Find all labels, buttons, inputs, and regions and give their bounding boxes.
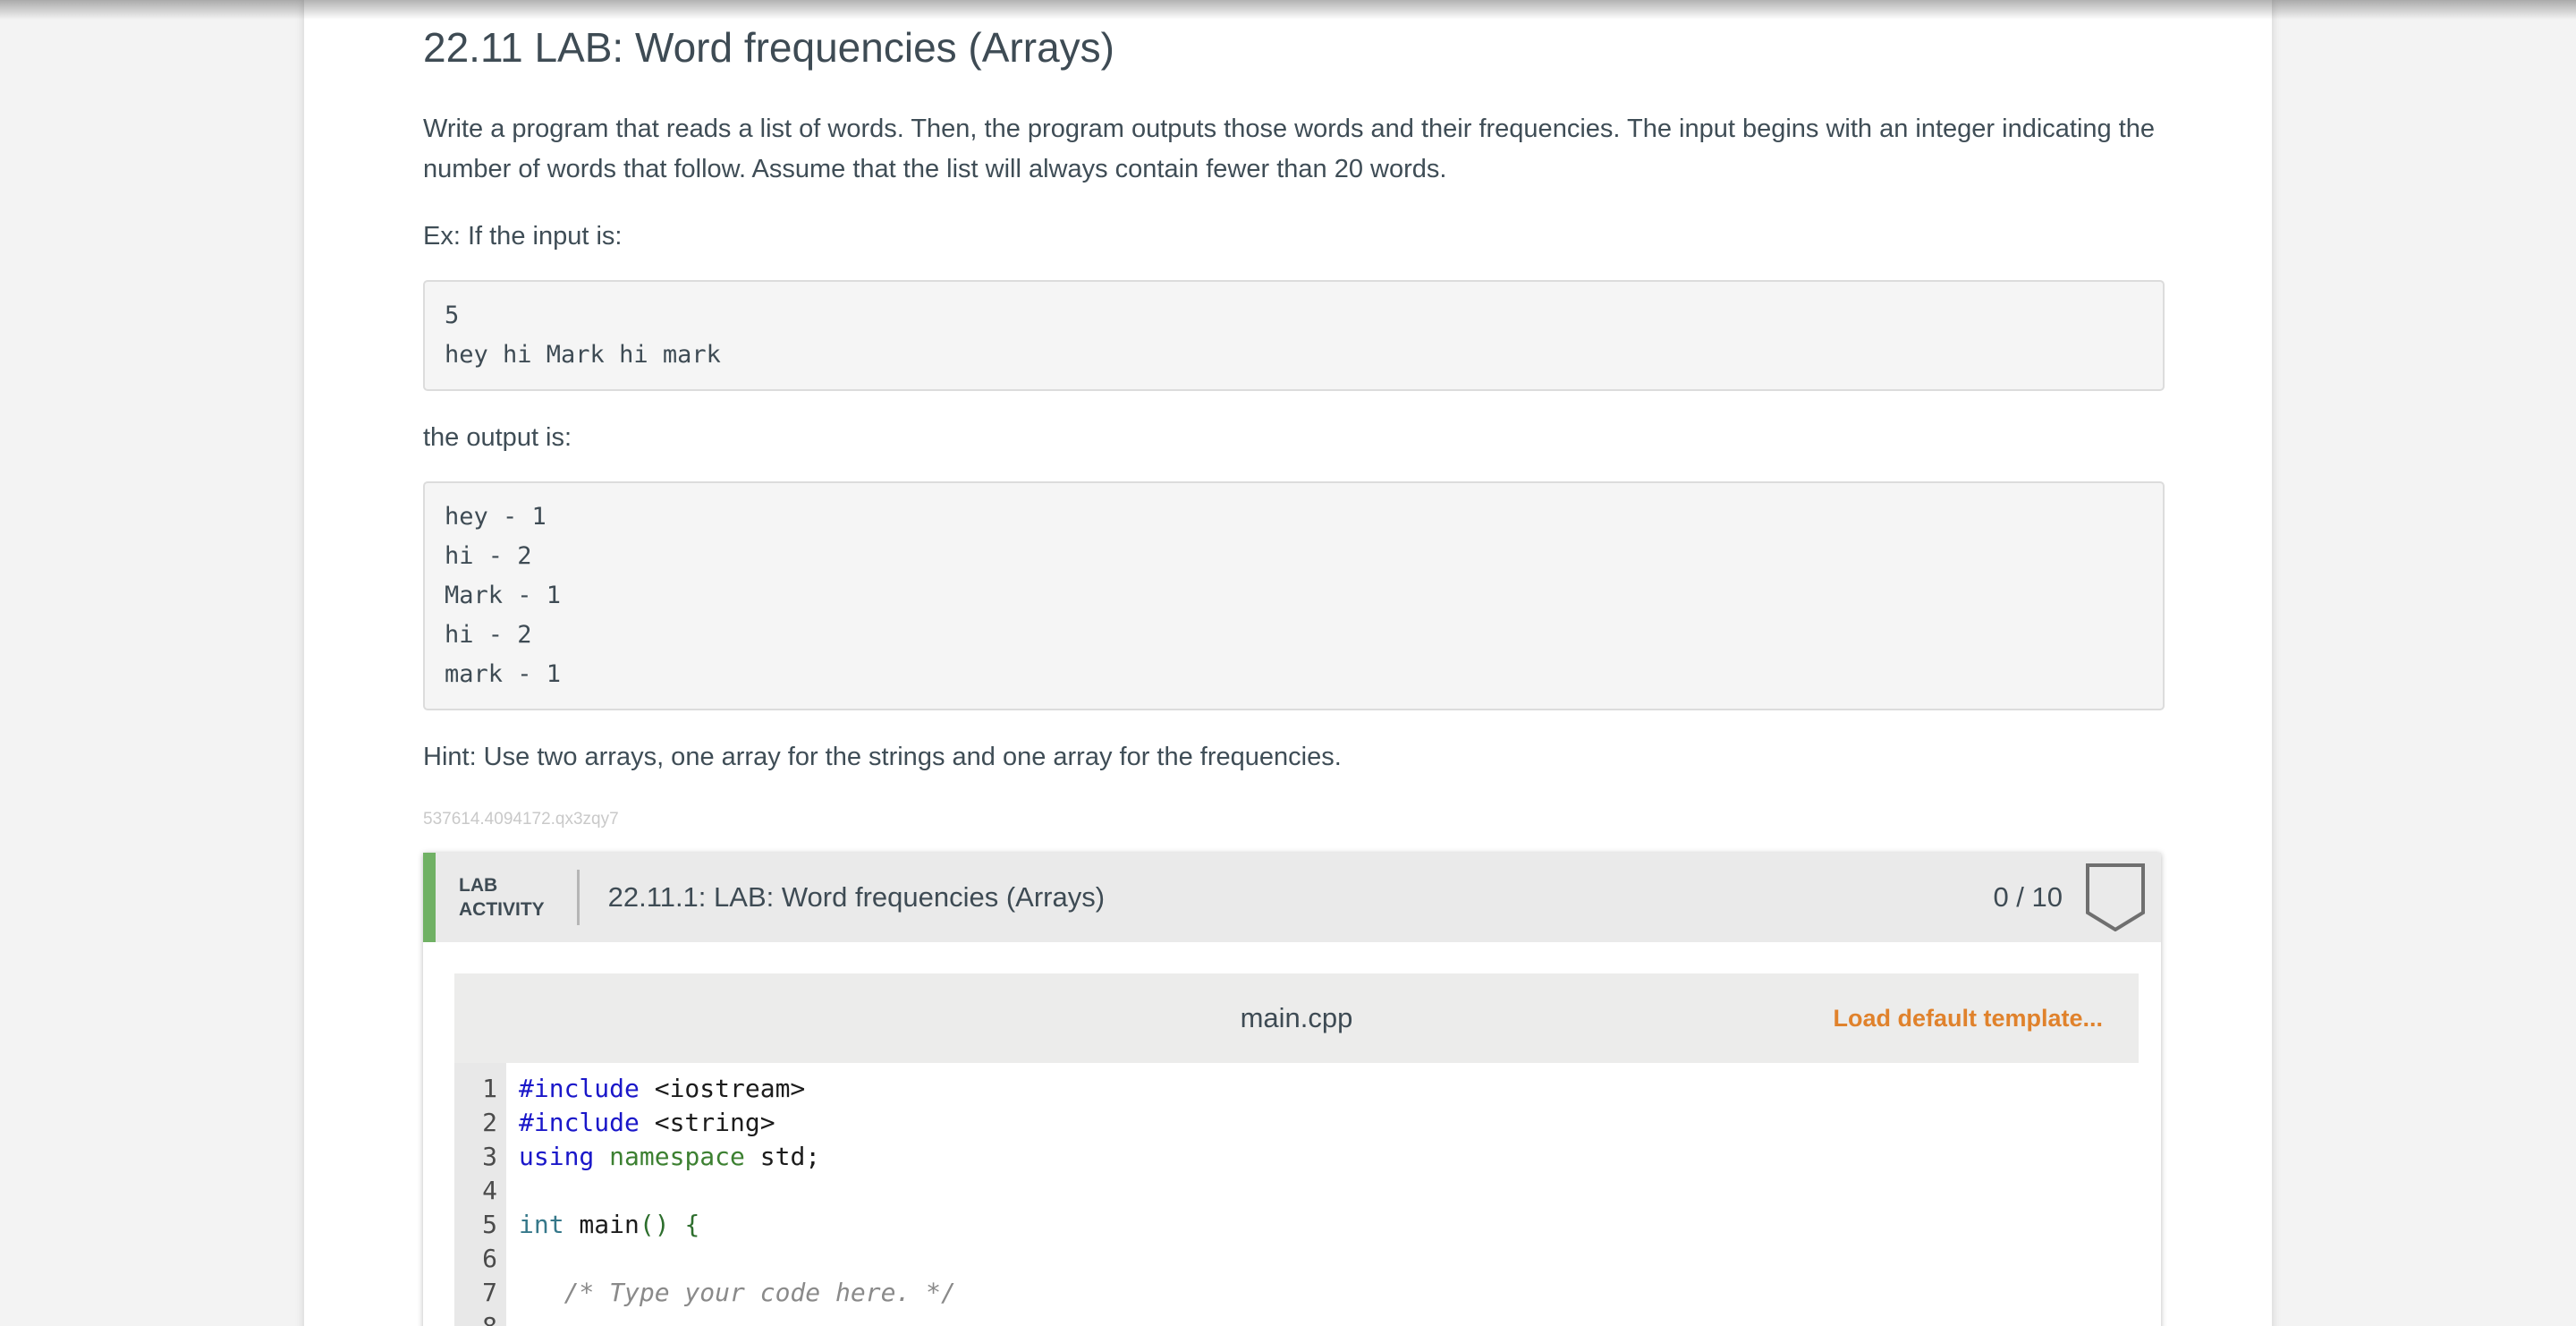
editor-header: main.cpp Load default template... bbox=[454, 973, 2139, 1063]
code-token: <string> bbox=[639, 1108, 775, 1137]
code-token: <iostream> bbox=[639, 1074, 806, 1103]
code-token: { bbox=[684, 1210, 700, 1239]
code-line: #include <iostream> bbox=[519, 1072, 2139, 1106]
code-line: hey - 1 bbox=[445, 503, 547, 531]
example-output-label: the output is: bbox=[423, 423, 572, 452]
line-number: 3 bbox=[482, 1142, 497, 1171]
hint-text: Hint: Use two arrays, one array for the … bbox=[423, 743, 1342, 771]
assignment-description: Write a program that reads a list of wor… bbox=[423, 115, 2156, 183]
lab-activity-card: LAB ACTIVITY 22.11.1: LAB: Word frequenc… bbox=[423, 853, 2161, 1326]
content-column: 22.11 LAB: Word frequencies (Arrays) Wri… bbox=[304, 0, 2272, 1326]
resource-id: 537614.4094172.qx3zqy7 bbox=[423, 810, 619, 829]
load-default-template-link[interactable]: Load default template... bbox=[1833, 1005, 2103, 1033]
code-line: hi - 2 bbox=[445, 542, 532, 570]
line-number: 8 bbox=[454, 1310, 497, 1326]
line-number: 6 bbox=[482, 1244, 497, 1273]
code-token: using bbox=[519, 1142, 595, 1171]
code-line: 5 bbox=[445, 302, 460, 329]
line-number: 4 bbox=[482, 1176, 497, 1205]
banner-divider bbox=[576, 870, 580, 925]
code-token: namespace bbox=[609, 1142, 745, 1171]
line-number-gutter: 1 2 3 4 5 6 7 8 bbox=[454, 1063, 506, 1326]
code-line: Mark - 1 bbox=[445, 582, 562, 609]
example-input-label: Ex: If the input is: bbox=[423, 222, 623, 251]
example-output-block: hey - 1 hi - 2 Mark - 1 hi - 2 mark - 1 bbox=[423, 481, 2165, 710]
code-token: main bbox=[564, 1210, 640, 1239]
line-number: 1 bbox=[482, 1074, 497, 1103]
score-value: 0 / 10 bbox=[1993, 881, 2063, 913]
code-line: mark - 1 bbox=[445, 660, 562, 688]
line-number: 5 bbox=[482, 1210, 497, 1239]
lab-activity-banner: LAB ACTIVITY 22.11.1: LAB: Word frequenc… bbox=[423, 853, 2161, 942]
code-line: #include <string> bbox=[519, 1106, 2139, 1140]
lab-activity-title: 22.11.1: LAB: Word frequencies (Arrays) bbox=[607, 881, 1106, 913]
lab-activity-badge-line2: ACTIVITY bbox=[459, 899, 545, 920]
code-line: hi - 2 bbox=[445, 621, 532, 649]
page-title: 22.11 LAB: Word frequencies (Arrays) bbox=[423, 24, 1114, 71]
editor-code-area[interactable]: 12345678 #include <iostream>#include <st… bbox=[454, 1063, 2139, 1326]
code-token: #include bbox=[519, 1108, 640, 1137]
code-token: int bbox=[519, 1210, 564, 1239]
example-input-block: 5 hey hi Mark hi mark bbox=[423, 280, 2165, 391]
code-line: int main() { bbox=[519, 1208, 2139, 1242]
score-flag-icon bbox=[2086, 863, 2145, 931]
lab-activity-badge: LAB ACTIVITY bbox=[459, 873, 545, 922]
code-line: hey hi Mark hi mark bbox=[445, 341, 721, 369]
line-number: 2 bbox=[482, 1108, 497, 1137]
code-token: /* Type your code here. */ bbox=[519, 1278, 956, 1307]
line-number: 7 bbox=[482, 1278, 497, 1307]
lab-activity-badge-line1: LAB bbox=[459, 875, 498, 896]
code-line: using namespace std; bbox=[519, 1140, 2139, 1174]
lab-activity-body: main.cpp Load default template... 1 2 3 4 5 6… bbox=[423, 942, 2161, 1326]
code-editor: main.cpp Load default template... 1 2 3 4 5 6… bbox=[454, 973, 2139, 1326]
code-token: #include bbox=[519, 1074, 640, 1103]
code-line: /* Type your code here. */ bbox=[519, 1276, 2139, 1310]
code-token: () bbox=[639, 1210, 670, 1239]
code-text[interactable]: #include <iostream> #include <string> usin… bbox=[506, 1063, 2139, 1326]
code-token: std; bbox=[744, 1142, 821, 1171]
